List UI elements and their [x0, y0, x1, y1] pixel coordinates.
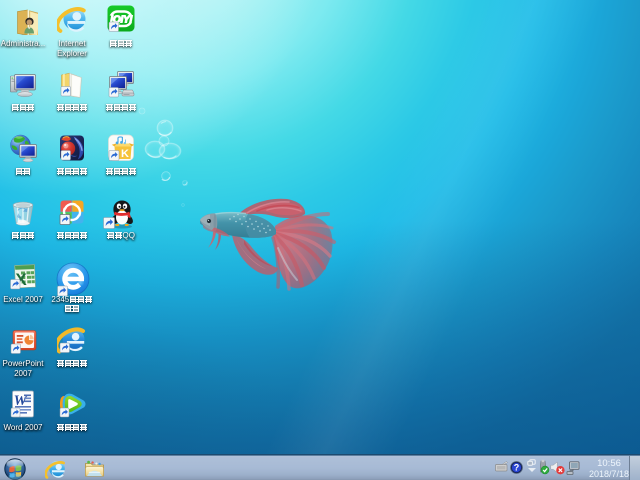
svg-text:?: ?: [514, 463, 520, 473]
svg-text:K: K: [121, 148, 129, 160]
